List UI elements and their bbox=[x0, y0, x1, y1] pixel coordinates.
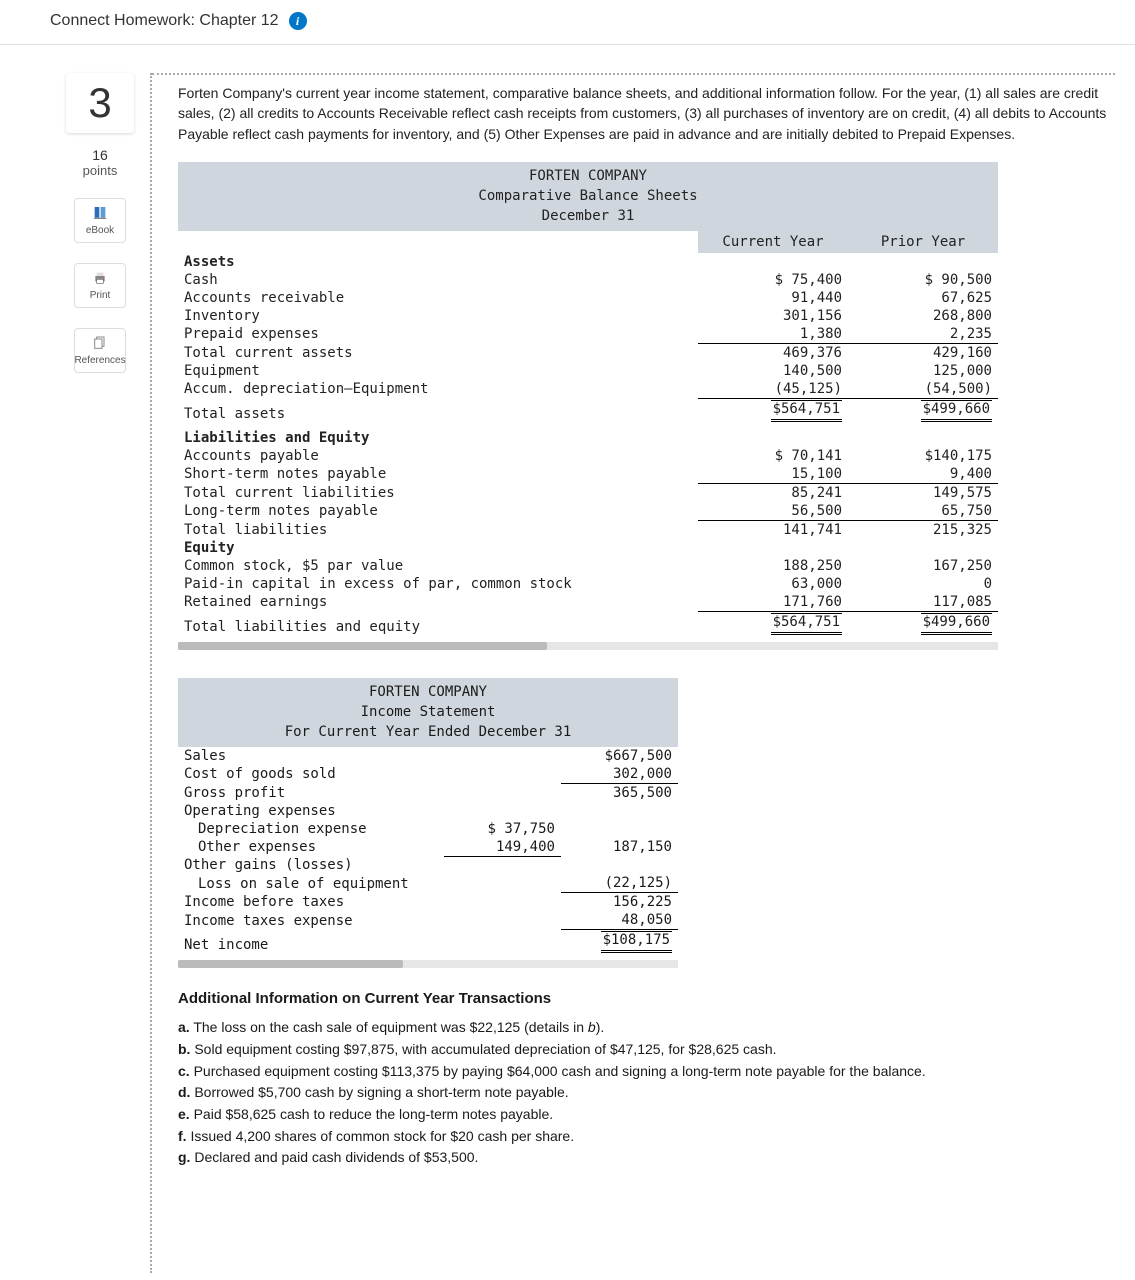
table-row: Sales$667,500 bbox=[178, 747, 678, 765]
bs-title: Comparative Balance Sheets bbox=[178, 186, 998, 206]
question-sidebar: 3 16 points eBook Print References bbox=[50, 73, 150, 1273]
copy-icon bbox=[92, 335, 108, 351]
table-row: Other expenses149,400187,150 bbox=[178, 838, 678, 857]
is-period: For Current Year Ended December 31 bbox=[178, 722, 678, 742]
list-item: g. Declared and paid cash dividends of $… bbox=[178, 1147, 1128, 1169]
is-company: FORTEN COMPANY bbox=[178, 682, 678, 702]
table-row: Cost of goods sold302,000 bbox=[178, 765, 678, 784]
table-row: Loss on sale of equipment(22,125) bbox=[178, 874, 678, 893]
table-row: Cash$ 75,400$ 90,500 bbox=[178, 271, 998, 289]
bs-date: December 31 bbox=[178, 206, 998, 226]
page-title: Connect Homework: Chapter 12 bbox=[50, 12, 279, 30]
list-item: d. Borrowed $5,700 cash by signing a sho… bbox=[178, 1082, 1128, 1104]
question-content: Forten Company's current year income sta… bbox=[150, 73, 1135, 1273]
page-header: Connect Homework: Chapter 12 i bbox=[0, 0, 1135, 45]
list-item: c. Purchased equipment costing $113,375 … bbox=[178, 1061, 1128, 1083]
table-row: Accounts receivable91,44067,625 bbox=[178, 289, 998, 307]
table-row: Total current liabilities85,241149,575 bbox=[178, 483, 998, 502]
additional-info-heading: Additional Information on Current Year T… bbox=[178, 990, 1128, 1007]
table-row: Short-term notes payable15,1009,400 bbox=[178, 465, 998, 484]
table-row: Gross profit365,500 bbox=[178, 783, 678, 802]
table-row: Inventory301,156268,800 bbox=[178, 307, 998, 325]
table-row: Common stock, $5 par value188,250167,250 bbox=[178, 557, 998, 575]
print-button[interactable]: Print bbox=[74, 263, 126, 308]
table-row: Total liabilities and equity$564,751$499… bbox=[178, 611, 998, 636]
table-row: Income before taxes156,225 bbox=[178, 893, 678, 912]
income-statement-table: FORTEN COMPANY Income Statement For Curr… bbox=[178, 678, 678, 968]
table-row: Long-term notes payable56,50065,750 bbox=[178, 502, 998, 521]
col-prior-year: Prior Year bbox=[848, 231, 998, 253]
table-row: Total current assets469,376429,160 bbox=[178, 343, 998, 362]
table-scrollbar[interactable] bbox=[178, 642, 998, 650]
table-row: Operating expenses bbox=[178, 802, 678, 820]
references-button[interactable]: References bbox=[74, 328, 126, 373]
ebook-button[interactable]: eBook bbox=[74, 198, 126, 243]
printer-icon bbox=[92, 270, 108, 286]
table-row: Total liabilities141,741215,325 bbox=[178, 520, 998, 539]
list-item: f. Issued 4,200 shares of common stock f… bbox=[178, 1126, 1128, 1148]
list-item: a. The loss on the cash sale of equipmen… bbox=[178, 1017, 1128, 1039]
table-row: Accounts payable$ 70,141$140,175 bbox=[178, 447, 998, 465]
table-row: Income taxes expense48,050 bbox=[178, 911, 678, 930]
book-icon bbox=[92, 205, 108, 221]
list-item: e. Paid $58,625 cash to reduce the long-… bbox=[178, 1104, 1128, 1126]
table-row: Depreciation expense$ 37,750 bbox=[178, 820, 678, 838]
list-item: b. Sold equipment costing $97,875, with … bbox=[178, 1039, 1128, 1061]
table-row: Equipment140,500125,000 bbox=[178, 362, 998, 380]
points-display: 16 points bbox=[83, 147, 118, 178]
table-row: Prepaid expenses1,3802,235 bbox=[178, 325, 998, 344]
bs-company: FORTEN COMPANY bbox=[178, 166, 998, 186]
table-row: Retained earnings171,760117,085 bbox=[178, 593, 998, 612]
table-row: Net income$108,175 bbox=[178, 930, 678, 955]
table-scrollbar[interactable] bbox=[178, 960, 678, 968]
is-title: Income Statement bbox=[178, 702, 678, 722]
question-number: 3 bbox=[66, 73, 133, 133]
table-row: Paid-in capital in excess of par, common… bbox=[178, 575, 998, 593]
balance-sheet-table: FORTEN COMPANY Comparative Balance Sheet… bbox=[178, 162, 998, 650]
table-row: Total assets$564,751$499,660 bbox=[178, 398, 998, 423]
intro-paragraph: Forten Company's current year income sta… bbox=[178, 73, 1128, 144]
col-current-year: Current Year bbox=[698, 231, 848, 253]
additional-info: Additional Information on Current Year T… bbox=[178, 990, 1128, 1169]
table-row: Accum. depreciation—Equipment(45,125)(54… bbox=[178, 380, 998, 399]
info-icon[interactable]: i bbox=[289, 12, 307, 30]
table-row: Other gains (losses) bbox=[178, 856, 678, 874]
